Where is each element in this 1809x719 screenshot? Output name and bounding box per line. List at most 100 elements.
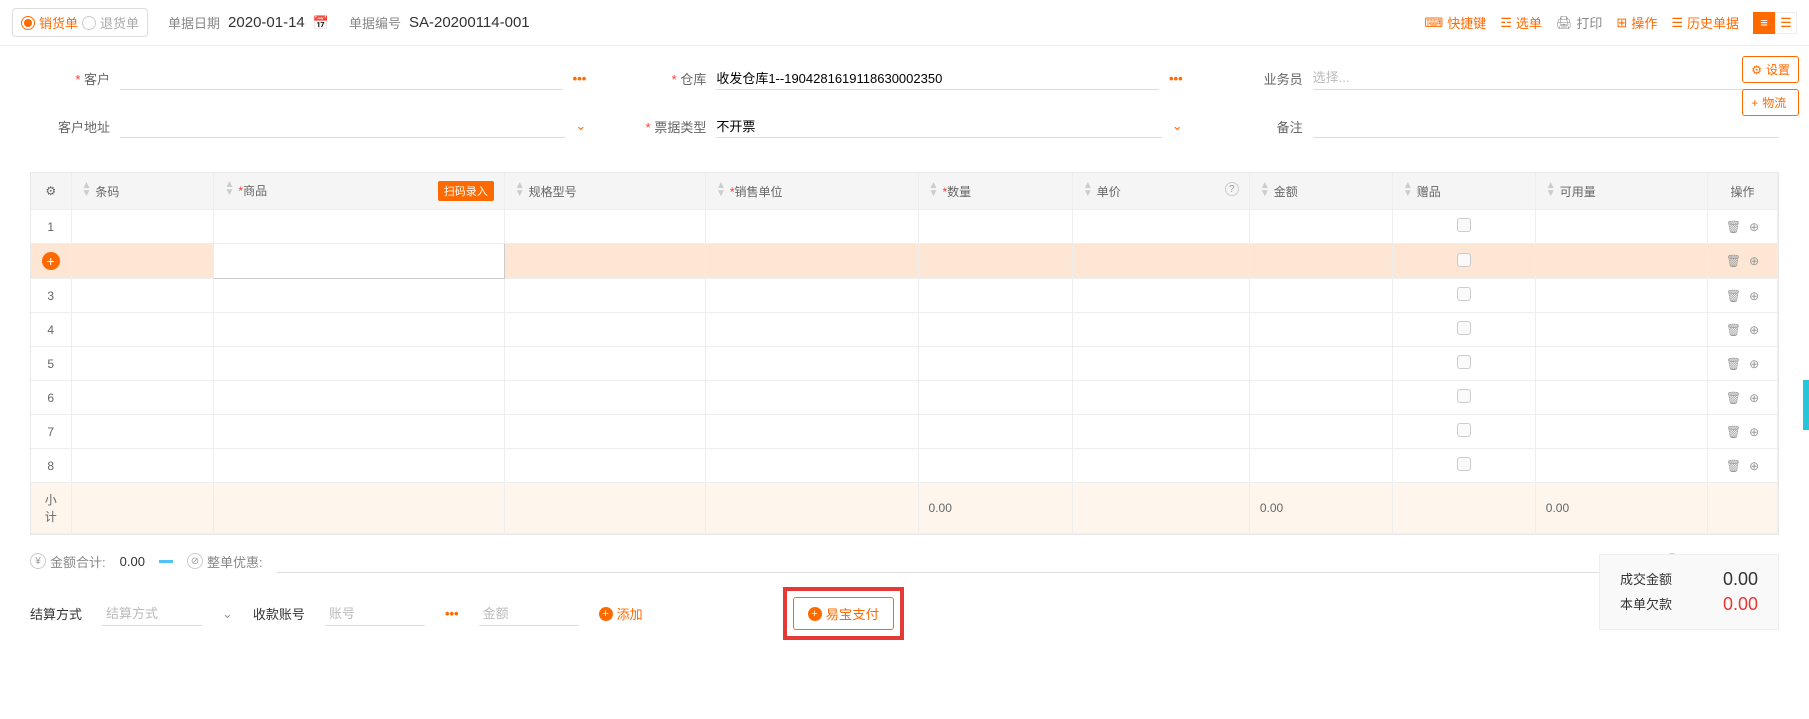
price-cell[interactable] bbox=[1072, 244, 1249, 279]
amount-cell[interactable] bbox=[1249, 313, 1392, 347]
settings-button[interactable]: ⚙ 设置 bbox=[1742, 56, 1799, 83]
barcode-cell[interactable] bbox=[71, 210, 214, 244]
qty-cell[interactable] bbox=[918, 244, 1072, 279]
copy-row-icon[interactable]: ⊕ bbox=[1749, 254, 1759, 268]
copy-row-icon[interactable]: ⊕ bbox=[1749, 391, 1759, 405]
barcode-cell[interactable] bbox=[71, 313, 214, 347]
chevron-down-icon[interactable]: ⌄ bbox=[222, 606, 233, 622]
product-cell[interactable] bbox=[214, 347, 504, 381]
amount-input[interactable] bbox=[479, 602, 579, 626]
qty-cell[interactable] bbox=[918, 449, 1072, 483]
date-value[interactable]: 2020-01-14 bbox=[228, 14, 305, 31]
unit-cell[interactable] bbox=[705, 449, 918, 483]
operate-button[interactable]: ⊞ 操作 bbox=[1616, 13, 1657, 32]
chevron-down-icon[interactable]: ⌄ bbox=[1172, 118, 1183, 134]
unit-cell[interactable] bbox=[705, 244, 918, 279]
product-cell[interactable] bbox=[214, 313, 504, 347]
col-amount[interactable]: ▲▼金额 bbox=[1249, 173, 1392, 210]
amount-cell[interactable] bbox=[1249, 449, 1392, 483]
calendar-icon[interactable]: 📅 bbox=[313, 15, 329, 31]
add-row-button[interactable]: + bbox=[42, 252, 60, 270]
amount-cell[interactable] bbox=[1249, 381, 1392, 415]
barcode-cell[interactable] bbox=[71, 449, 214, 483]
warehouse-more-icon[interactable]: ••• bbox=[1169, 71, 1183, 86]
spec-cell[interactable] bbox=[504, 347, 705, 381]
barcode-cell[interactable] bbox=[71, 381, 214, 415]
amount-cell[interactable] bbox=[1249, 279, 1392, 313]
address-input[interactable] bbox=[120, 114, 565, 138]
spec-cell[interactable] bbox=[504, 381, 705, 415]
gift-checkbox[interactable] bbox=[1457, 287, 1471, 301]
qty-cell[interactable] bbox=[918, 381, 1072, 415]
copy-row-icon[interactable]: ⊕ bbox=[1749, 289, 1759, 303]
delete-row-icon[interactable]: 🗑 bbox=[1726, 425, 1741, 439]
settlement-input[interactable] bbox=[102, 602, 202, 626]
scan-badge[interactable]: 扫码录入 bbox=[438, 181, 494, 201]
unit-cell[interactable] bbox=[705, 381, 918, 415]
table-row[interactable]: 8🗑⊕ bbox=[31, 449, 1778, 483]
col-product[interactable]: ▲▼*商品扫码录入 bbox=[214, 173, 504, 210]
amount-cell[interactable] bbox=[1249, 347, 1392, 381]
table-row[interactable]: +🗑⊕ bbox=[31, 244, 1778, 279]
logistics-button[interactable]: + 物流 bbox=[1742, 89, 1799, 116]
gift-checkbox[interactable] bbox=[1457, 457, 1471, 471]
product-cell[interactable] bbox=[214, 415, 504, 449]
table-row[interactable]: 4🗑⊕ bbox=[31, 313, 1778, 347]
col-barcode[interactable]: ▲▼条码 bbox=[71, 173, 214, 210]
select-order-button[interactable]: ☲ 选单 bbox=[1500, 13, 1542, 32]
print-button[interactable]: 🖨 打印 bbox=[1556, 13, 1603, 32]
delete-row-icon[interactable]: 🗑 bbox=[1726, 289, 1741, 303]
unit-cell[interactable] bbox=[705, 415, 918, 449]
copy-row-icon[interactable]: ⊕ bbox=[1749, 323, 1759, 337]
table-row[interactable]: 7🗑⊕ bbox=[31, 415, 1778, 449]
spec-cell[interactable] bbox=[504, 415, 705, 449]
price-cell[interactable] bbox=[1072, 313, 1249, 347]
yeepay-button[interactable]: + 易宝支付 bbox=[793, 597, 894, 630]
spec-cell[interactable] bbox=[504, 244, 705, 279]
price-cell[interactable] bbox=[1072, 347, 1249, 381]
add-payment-button[interactable]: + 添加 bbox=[599, 604, 643, 623]
spec-cell[interactable] bbox=[504, 449, 705, 483]
unit-cell[interactable] bbox=[705, 313, 918, 347]
gift-checkbox[interactable] bbox=[1457, 423, 1471, 437]
copy-row-icon[interactable]: ⊕ bbox=[1749, 357, 1759, 371]
barcode-cell[interactable] bbox=[71, 244, 214, 279]
customer-input[interactable] bbox=[120, 66, 563, 90]
qty-cell[interactable] bbox=[918, 210, 1072, 244]
spec-cell[interactable] bbox=[504, 279, 705, 313]
unit-cell[interactable] bbox=[705, 347, 918, 381]
delete-row-icon[interactable]: 🗑 bbox=[1726, 459, 1741, 473]
col-unit[interactable]: ▲▼*销售单位 bbox=[705, 173, 918, 210]
price-cell[interactable] bbox=[1072, 415, 1249, 449]
view-compact-button[interactable]: ≡ bbox=[1753, 12, 1775, 34]
gift-checkbox[interactable] bbox=[1457, 321, 1471, 335]
invoice-type-input[interactable] bbox=[716, 114, 1161, 138]
view-list-button[interactable]: ☰ bbox=[1775, 12, 1797, 34]
product-cell[interactable] bbox=[214, 244, 504, 279]
table-settings-button[interactable]: ⚙ bbox=[31, 173, 71, 210]
product-cell[interactable] bbox=[214, 210, 504, 244]
price-cell[interactable] bbox=[1072, 279, 1249, 313]
barcode-cell[interactable] bbox=[71, 415, 214, 449]
barcode-cell[interactable] bbox=[71, 347, 214, 381]
table-row[interactable]: 1🗑⊕ bbox=[31, 210, 1778, 244]
amount-cell[interactable] bbox=[1249, 210, 1392, 244]
product-cell[interactable] bbox=[214, 449, 504, 483]
delete-row-icon[interactable]: 🗑 bbox=[1726, 357, 1741, 371]
col-qty[interactable]: ▲▼*数量 bbox=[918, 173, 1072, 210]
return-order-radio[interactable]: 退货单 bbox=[82, 13, 139, 32]
account-more-icon[interactable]: ••• bbox=[445, 606, 459, 621]
salesperson-input[interactable] bbox=[1313, 66, 1756, 90]
shortcut-button[interactable]: ⌨ 快捷键 bbox=[1424, 13, 1486, 32]
product-cell[interactable] bbox=[214, 381, 504, 415]
copy-row-icon[interactable]: ⊕ bbox=[1749, 459, 1759, 473]
side-drawer-tab[interactable] bbox=[1803, 380, 1809, 430]
qty-cell[interactable] bbox=[918, 279, 1072, 313]
gift-checkbox[interactable] bbox=[1457, 389, 1471, 403]
sales-order-radio[interactable]: 销货单 bbox=[21, 13, 78, 32]
order-type-selector[interactable]: 销货单 退货单 bbox=[12, 8, 148, 37]
price-cell[interactable] bbox=[1072, 381, 1249, 415]
customer-more-icon[interactable]: ••• bbox=[573, 71, 587, 86]
copy-row-icon[interactable]: ⊕ bbox=[1749, 220, 1759, 234]
col-price[interactable]: ▲▼单价? bbox=[1072, 173, 1249, 210]
